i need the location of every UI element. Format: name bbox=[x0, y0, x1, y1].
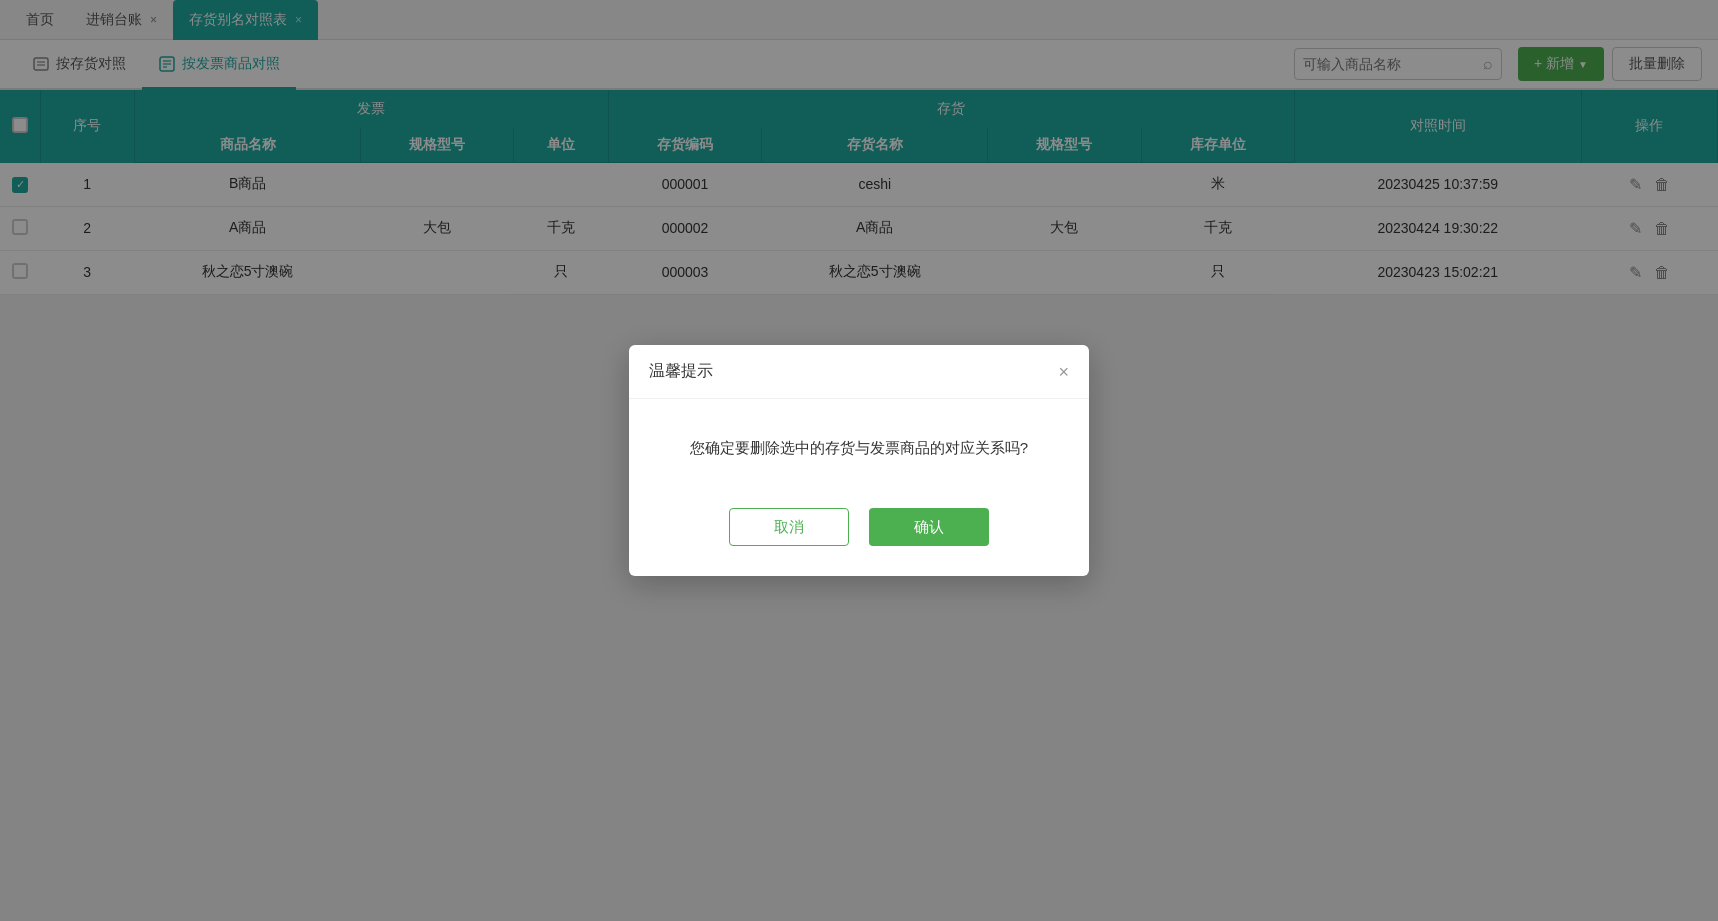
dialog-overlay: 温馨提示 × 您确定要删除选中的存货与发票商品的对应关系吗? 取消 确认 bbox=[0, 0, 1718, 295]
